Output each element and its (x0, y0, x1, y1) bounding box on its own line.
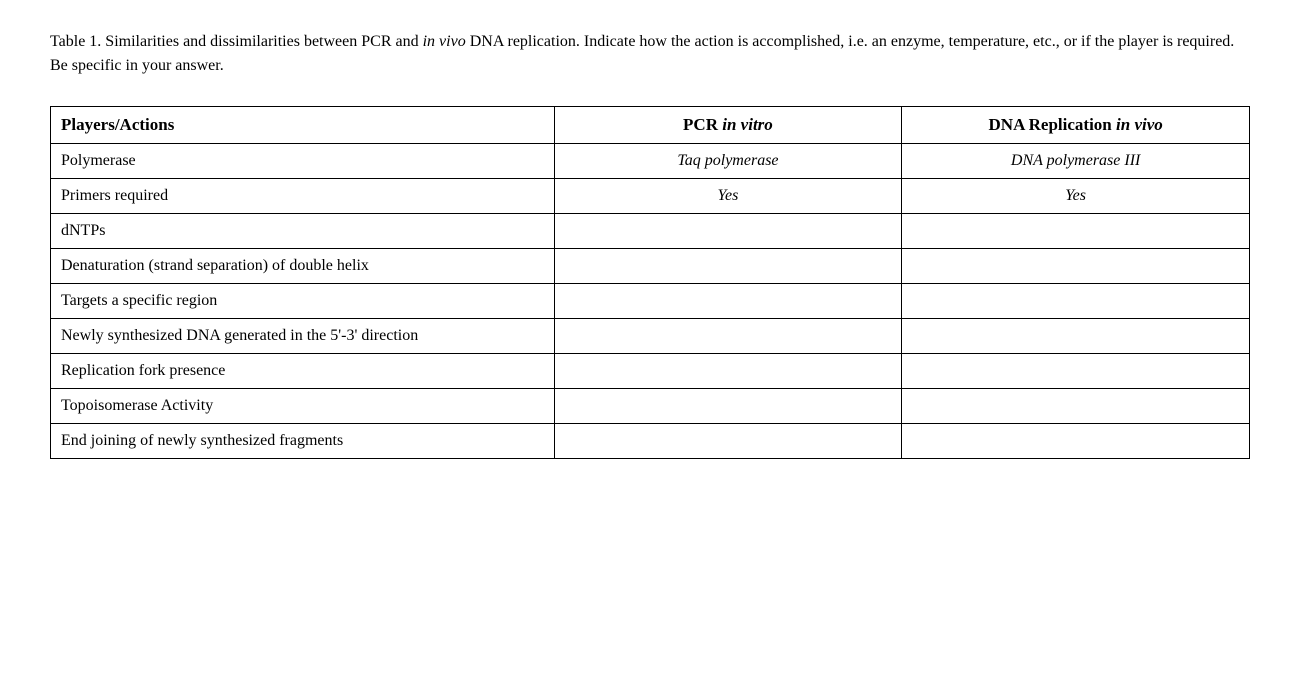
table-row: Targets a specific region (51, 284, 1250, 319)
header-pcr-italic: in vitro (722, 115, 773, 134)
table-row: Polymerase Taq polymerase DNA polymerase… (51, 144, 1250, 179)
comparison-table: Players/Actions PCR in vitro DNA Replica… (50, 106, 1250, 459)
row-label-targets: Targets a specific region (51, 284, 555, 319)
table-row: Primers required Yes Yes (51, 179, 1250, 214)
table-row: Newly synthesized DNA generated in the 5… (51, 319, 1250, 354)
table-row: Topoisomerase Activity (51, 389, 1250, 424)
header-dna-invivo: DNA Replication in vivo (902, 107, 1250, 144)
row-invivo-end-joining (902, 424, 1250, 459)
header-pcr-invitro: PCR in vitro (554, 107, 902, 144)
header-players-actions: Players/Actions (51, 107, 555, 144)
caption-italic-invivo: in vivo (423, 33, 466, 50)
row-invivo-denaturation (902, 249, 1250, 284)
row-label-replication-fork: Replication fork presence (51, 354, 555, 389)
row-pcr-targets (554, 284, 902, 319)
table-header: Players/Actions PCR in vitro DNA Replica… (51, 107, 1250, 144)
row-label-dntps: dNTPs (51, 214, 555, 249)
row-pcr-end-joining (554, 424, 902, 459)
row-invivo-polymerase: DNA polymerase III (902, 144, 1250, 179)
table-body: Polymerase Taq polymerase DNA polymerase… (51, 144, 1250, 459)
row-pcr-primers: Yes (554, 179, 902, 214)
row-invivo-targets (902, 284, 1250, 319)
row-label-denaturation: Denaturation (strand separation) of doub… (51, 249, 555, 284)
row-invivo-replication-fork (902, 354, 1250, 389)
table-row: End joining of newly synthesized fragmen… (51, 424, 1250, 459)
row-label-topoisomerase: Topoisomerase Activity (51, 389, 555, 424)
row-invivo-primers: Yes (902, 179, 1250, 214)
table-row: dNTPs (51, 214, 1250, 249)
header-pcr-prefix: PCR (683, 115, 722, 134)
caption-text-prefix: Table 1. Similarities and dissimilaritie… (50, 33, 423, 50)
row-invivo-newly-synthesized (902, 319, 1250, 354)
row-label-primers: Primers required (51, 179, 555, 214)
row-invivo-topoisomerase (902, 389, 1250, 424)
row-pcr-denaturation (554, 249, 902, 284)
row-pcr-dntps (554, 214, 902, 249)
table-row: Denaturation (strand separation) of doub… (51, 249, 1250, 284)
table-caption: Table 1. Similarities and dissimilaritie… (50, 30, 1250, 78)
header-row: Players/Actions PCR in vitro DNA Replica… (51, 107, 1250, 144)
row-invivo-dntps (902, 214, 1250, 249)
table-row: Replication fork presence (51, 354, 1250, 389)
row-label-polymerase: Polymerase (51, 144, 555, 179)
row-pcr-newly-synthesized (554, 319, 902, 354)
row-pcr-topoisomerase (554, 389, 902, 424)
row-label-end-joining: End joining of newly synthesized fragmen… (51, 424, 555, 459)
row-pcr-replication-fork (554, 354, 902, 389)
row-label-newly-synthesized: Newly synthesized DNA generated in the 5… (51, 319, 555, 354)
header-dna-italic: in vivo (1116, 115, 1163, 134)
row-pcr-polymerase: Taq polymerase (554, 144, 902, 179)
header-dna-prefix: DNA Replication (989, 115, 1117, 134)
